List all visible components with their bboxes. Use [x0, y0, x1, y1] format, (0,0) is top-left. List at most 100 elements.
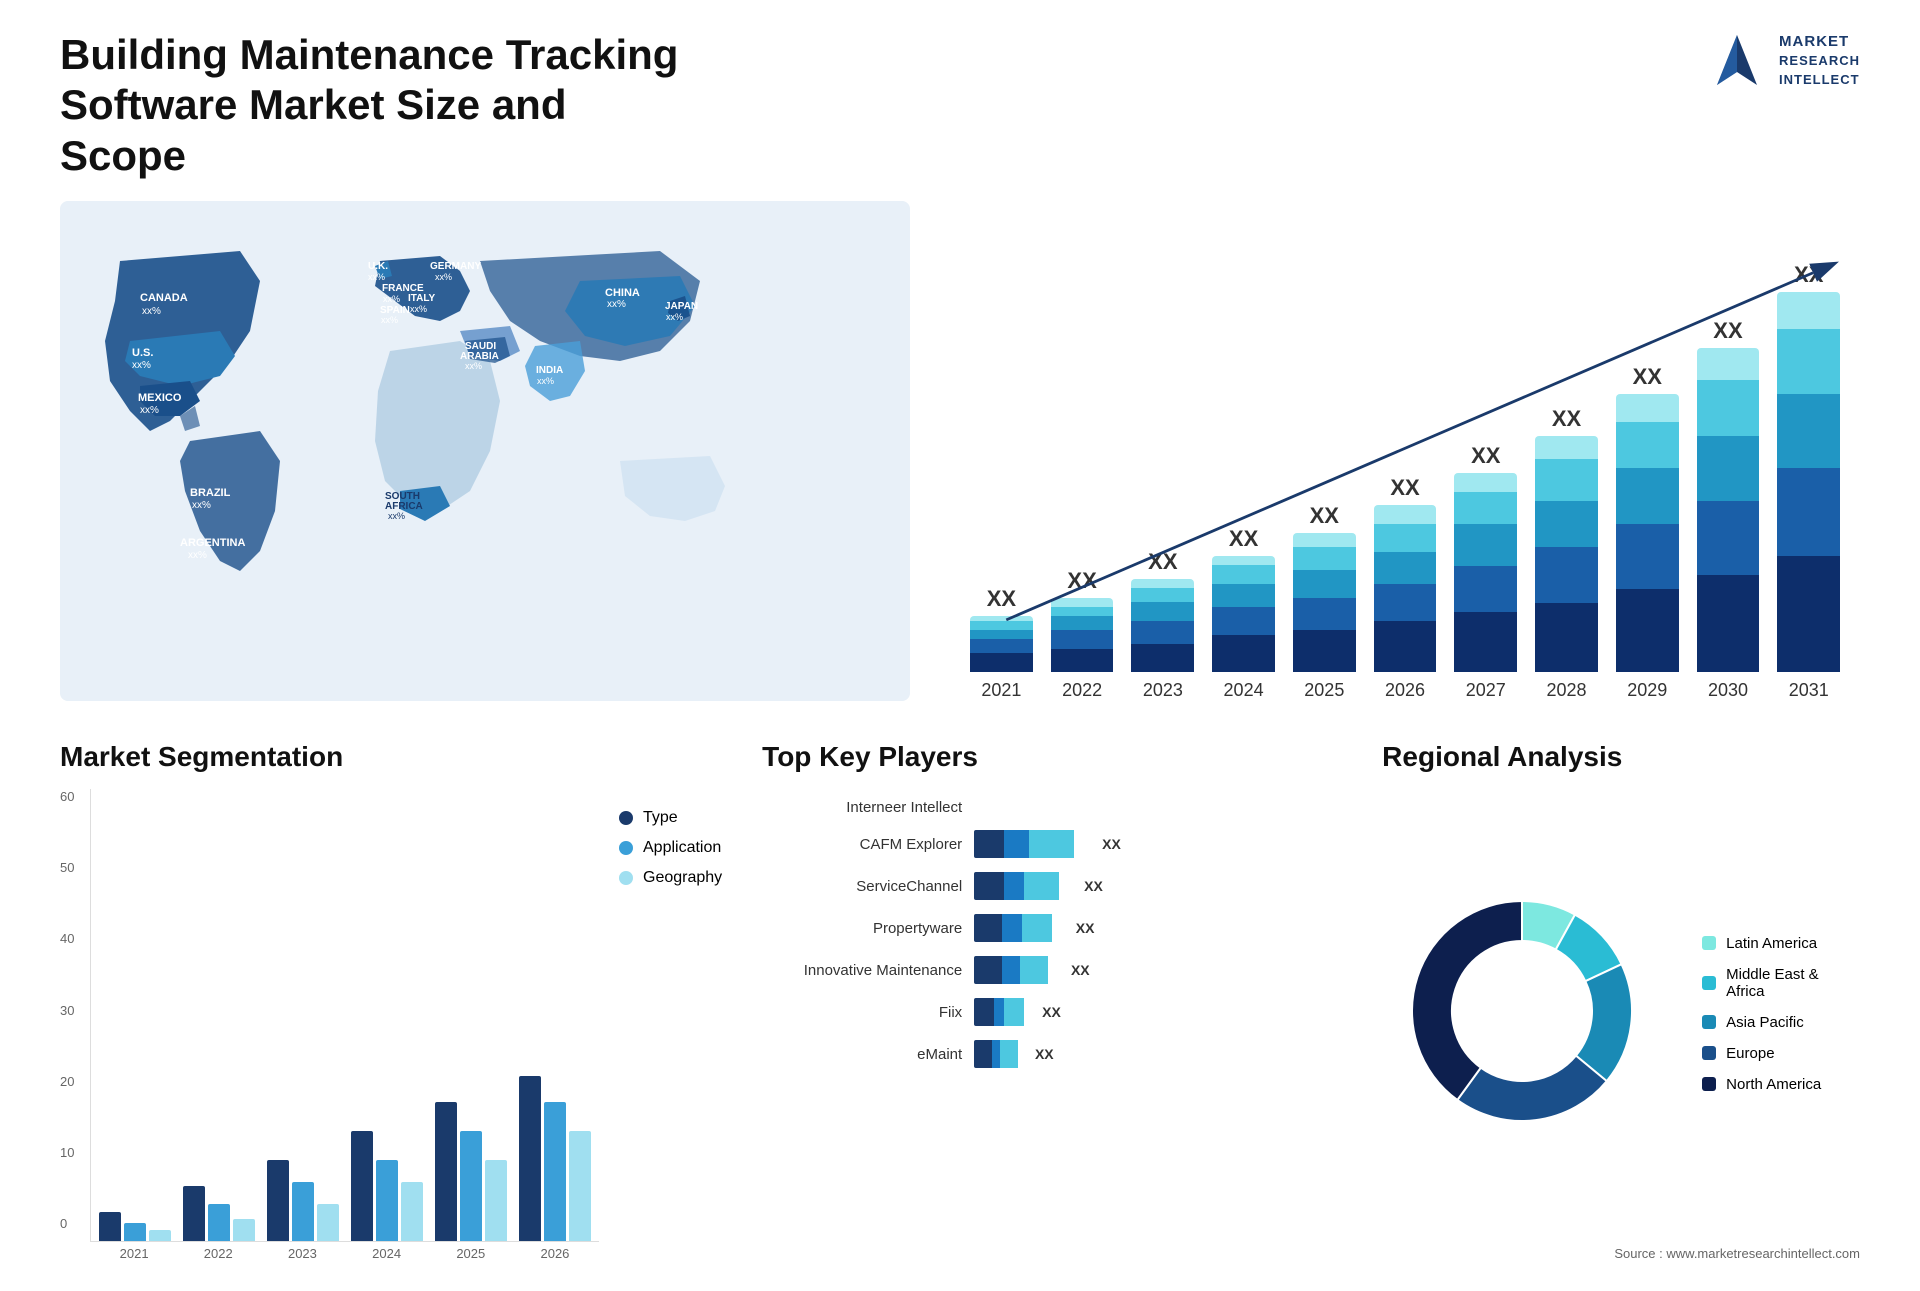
svg-text:CANADA: CANADA — [140, 292, 188, 304]
bar-segment — [1777, 292, 1840, 329]
page-container: Building Maintenance Tracking Software M… — [0, 0, 1920, 1291]
bar-segment — [1293, 570, 1356, 598]
player-bar-segment — [1020, 956, 1048, 984]
bar-segment — [1212, 635, 1275, 672]
reg-legend-label: Europe — [1726, 1045, 1774, 1062]
legend-dot — [619, 871, 633, 885]
donut-area: Latin America Middle East & Africa Asia Pa… — [1382, 789, 1860, 1238]
bar-segment — [1616, 468, 1679, 524]
reg-legend-label: Asia Pacific — [1726, 1014, 1804, 1031]
reg-legend-dot — [1702, 1015, 1716, 1029]
player-bar-segment — [1004, 830, 1029, 858]
regional-title: Regional Analysis — [1382, 741, 1860, 773]
segmentation-container: Market Segmentation 6050403020100 202120… — [60, 741, 722, 1261]
bar-segment — [1051, 598, 1114, 607]
logo-area: MARKET RESEARCH INTELLECT — [1707, 30, 1860, 90]
players-title: Top Key Players — [762, 741, 1342, 773]
map-container: CANADA xx% U.S. xx% MEXICO xx% BRAZIL xx… — [60, 201, 910, 701]
regional-container: Regional Analysis Latin America Middle Ea… — [1382, 741, 1860, 1261]
seg-bar-group-2026 — [519, 1076, 591, 1241]
bar-label-2022: XX — [1067, 568, 1096, 594]
y-label: 40 — [60, 931, 90, 946]
seg-bar-group-2025 — [435, 1102, 507, 1241]
seg-bar — [351, 1131, 373, 1241]
bar-stack-2031 — [1777, 292, 1840, 672]
bar-segment — [970, 621, 1033, 630]
seg-bar — [149, 1230, 171, 1241]
bar-label-2023: XX — [1148, 549, 1177, 575]
bar-segment — [1616, 394, 1679, 422]
player-bar-wrap: XX — [974, 956, 1342, 984]
svg-text:xx%: xx% — [388, 511, 405, 521]
bar-chart-area: XXXXXXXXXXXXXXXXXXXXXX 20212022202320242… — [950, 201, 1860, 701]
player-bar-segment — [1029, 830, 1074, 858]
player-bar-inner — [974, 998, 1034, 1026]
y-label: 10 — [60, 1145, 90, 1160]
player-bar-inner — [974, 914, 1068, 942]
reg-legend-label: Middle East & Africa — [1726, 966, 1860, 1000]
player-row: Innovative Maintenance XX — [762, 956, 1342, 984]
players-container: Top Key Players Interneer IntellectCAFM … — [762, 741, 1342, 1261]
player-val: XX — [1076, 920, 1095, 936]
logo-text: MARKET RESEARCH INTELLECT — [1779, 31, 1860, 88]
player-bar-segment — [974, 872, 1004, 900]
svg-text:xx%: xx% — [607, 299, 626, 310]
donut-chart — [1382, 871, 1662, 1156]
seg-bar — [569, 1131, 591, 1241]
svg-text:xx%: xx% — [381, 315, 398, 325]
seg-chart-area: 6050403020100 202120222023202420252026 T… — [60, 789, 722, 1261]
seg-bar — [208, 1204, 230, 1241]
svg-text:xx%: xx% — [410, 304, 427, 314]
player-name: Innovative Maintenance — [762, 962, 962, 979]
svg-text:ARGENTINA: ARGENTINA — [180, 537, 245, 549]
bar-x-label-2021: 2021 — [970, 680, 1033, 701]
bar-stack-2026 — [1374, 505, 1437, 672]
player-val: XX — [1071, 962, 1090, 978]
regional-legend-item: Latin America — [1702, 935, 1860, 952]
bar-x-label-2031: 2031 — [1777, 680, 1840, 701]
svg-text:U.K.: U.K. — [368, 261, 388, 272]
bar-chart-bars: XXXXXXXXXXXXXXXXXXXXXX — [950, 201, 1860, 672]
bar-x-label-2025: 2025 — [1293, 680, 1356, 701]
seg-bar — [485, 1160, 507, 1241]
bar-segment — [1131, 621, 1194, 644]
header: Building Maintenance Tracking Software M… — [60, 30, 1860, 181]
bar-x-label-2022: 2022 — [1051, 680, 1114, 701]
bar-col-2022: XX — [1051, 568, 1114, 672]
svg-text:xx%: xx% — [383, 294, 400, 304]
y-label: 0 — [60, 1216, 90, 1231]
player-bar-inner — [974, 872, 1076, 900]
seg-bar — [460, 1131, 482, 1241]
bar-segment — [1535, 436, 1598, 459]
player-bar-wrap: XX — [974, 998, 1342, 1026]
bar-segment — [1777, 329, 1840, 394]
reg-legend-label: Latin America — [1726, 935, 1817, 952]
svg-text:xx%: xx% — [368, 272, 385, 282]
bar-segment — [1374, 524, 1437, 552]
svg-text:xx%: xx% — [537, 376, 554, 386]
bar-segment — [1374, 584, 1437, 621]
reg-legend-dot — [1702, 1046, 1716, 1060]
svg-text:JAPAN: JAPAN — [665, 301, 698, 312]
player-bar-segment — [1000, 1040, 1018, 1068]
seg-bar — [183, 1186, 205, 1241]
bar-x-label-2026: 2026 — [1374, 680, 1437, 701]
bar-segment — [1697, 501, 1760, 575]
reg-legend-dot — [1702, 1077, 1716, 1091]
bar-segment — [1293, 630, 1356, 672]
bar-segment — [970, 630, 1033, 639]
seg-bar — [124, 1223, 146, 1241]
segmentation-title: Market Segmentation — [60, 741, 722, 773]
bar-segment — [1535, 603, 1598, 672]
seg-legend-item: Type — [619, 809, 722, 827]
source-text: Source : www.marketresearchintellect.com — [1382, 1246, 1860, 1261]
player-bar-segment — [974, 1040, 992, 1068]
bar-label-2028: XX — [1552, 406, 1581, 432]
seg-x-label-2021: 2021 — [98, 1246, 170, 1261]
bar-stack-2027 — [1454, 473, 1517, 672]
seg-x-label-2026: 2026 — [519, 1246, 591, 1261]
svg-text:MEXICO: MEXICO — [138, 392, 182, 404]
bar-stack-2023 — [1131, 579, 1194, 672]
bar-segment — [1293, 547, 1356, 570]
bar-segment — [1293, 598, 1356, 630]
